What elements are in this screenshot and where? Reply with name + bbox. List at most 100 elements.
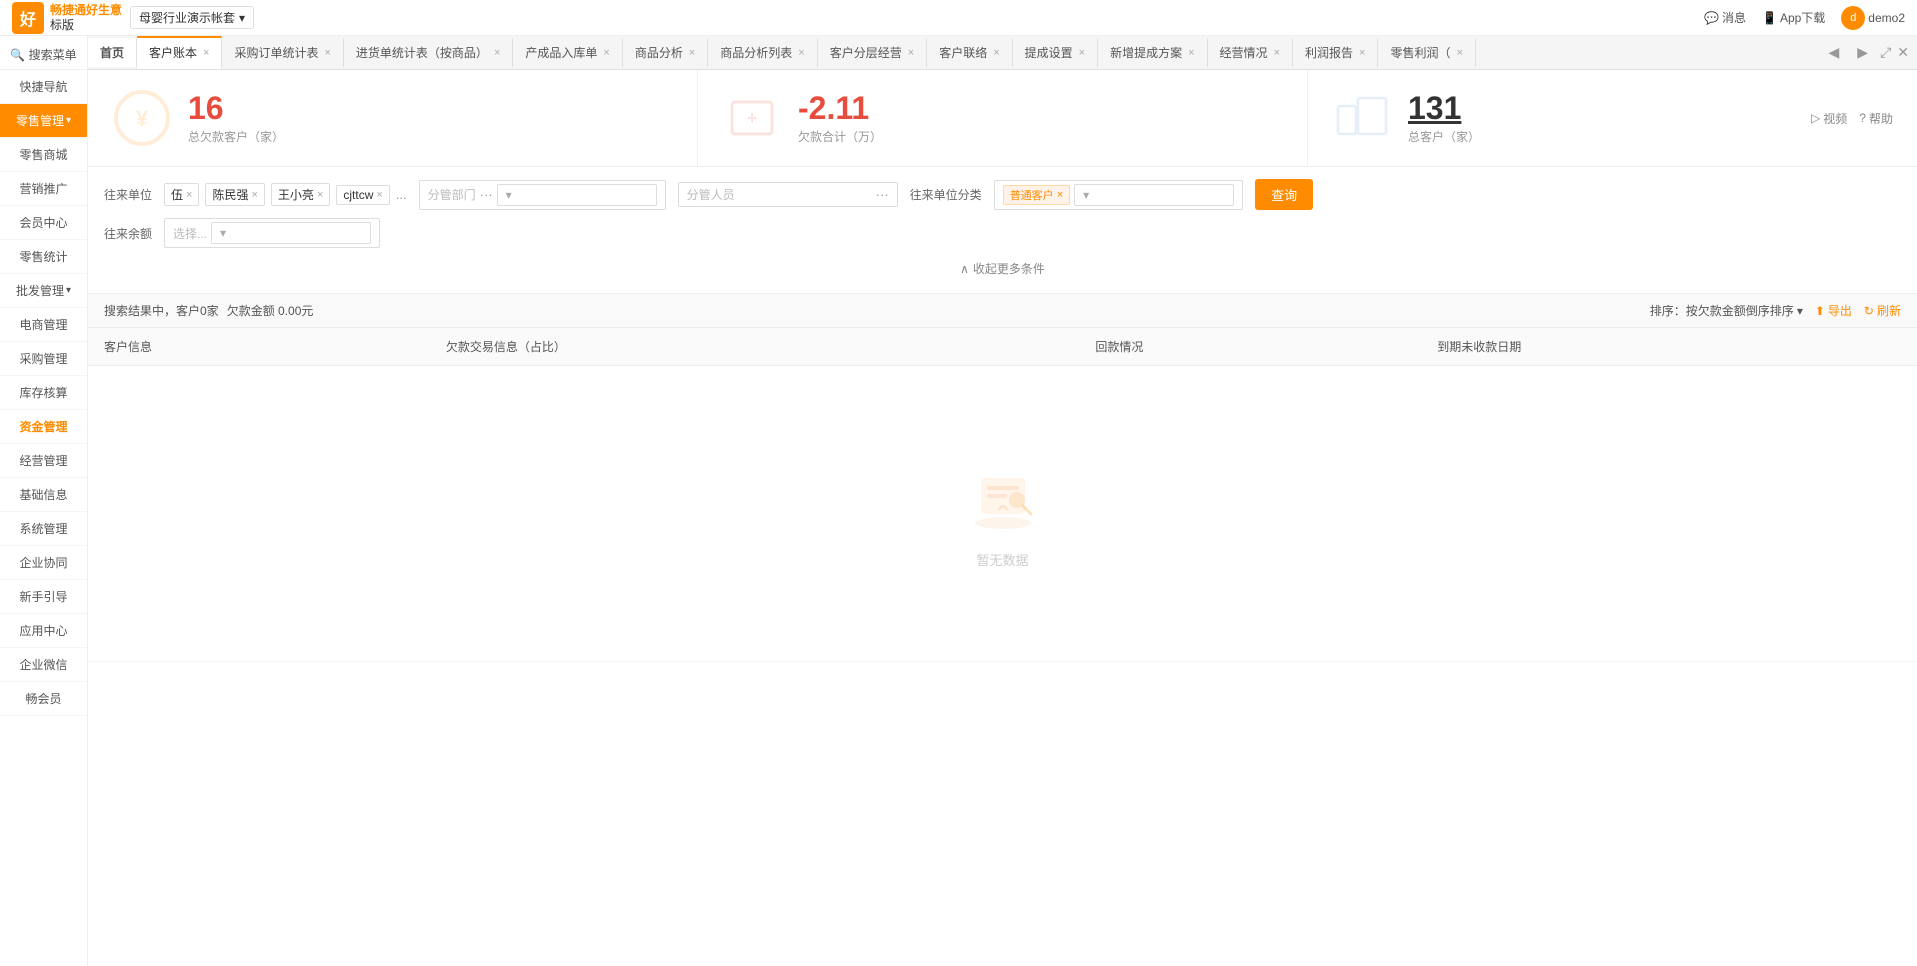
stat-value-amount: -2.11: [798, 92, 882, 124]
search-result-bar: 搜索结果中，客户0家 欠款金额 0.00元 排序：按欠款金额倒序排序 ▾ ⬆ 导…: [88, 294, 1917, 328]
cat-tag-close[interactable]: ×: [1057, 189, 1063, 201]
search-result-left: 搜索结果中，客户0家 欠款金额 0.00元: [104, 302, 313, 319]
sidebar-item-retail-mgmt[interactable]: 零售管理 ▾: [0, 104, 87, 138]
tab-boost-settings[interactable]: 提成设置 ×: [1013, 38, 1098, 67]
help-link[interactable]: ? 帮助: [1859, 110, 1893, 127]
sidebar-item-enterprise-wechat[interactable]: 企业微信: [0, 648, 87, 682]
help-icon: ?: [1859, 111, 1866, 125]
tab-close-purchase-order-stats[interactable]: ×: [324, 47, 330, 59]
filter-more-btn[interactable]: ...: [396, 187, 407, 202]
tab-close-inbound-stats[interactable]: ×: [494, 47, 500, 59]
sidebar-item-new-guide[interactable]: 新手引导: [0, 580, 87, 614]
tab-inbound-stats[interactable]: 进货单统计表（按商品） ×: [344, 38, 513, 67]
stat-value-total: 131: [1408, 92, 1480, 124]
empty-text: 暂无数据: [976, 550, 1028, 569]
stat-right-actions: ▷ 视频 ? 帮助: [1811, 110, 1893, 127]
tab-profit-report[interactable]: 利润报告 ×: [1293, 38, 1378, 67]
tab-next-btn[interactable]: ▶: [1851, 44, 1874, 61]
sidebar-item-inventory[interactable]: 库存核算: [0, 376, 87, 410]
filter-category-select[interactable]: 普通客户 × ▾: [994, 180, 1243, 210]
sidebar-item-retail-stats[interactable]: 零售统计: [0, 240, 87, 274]
query-button[interactable]: 查询: [1255, 179, 1313, 210]
sidebar-item-purchase[interactable]: 采购管理: [0, 342, 87, 376]
filter-person-select[interactable]: 分管人员 ···: [678, 182, 898, 207]
sidebar-search[interactable]: 🔍 搜索菜单: [0, 36, 87, 70]
sidebar-item-premium-member[interactable]: 畅会员: [0, 682, 87, 716]
logo-icon: 好: [12, 2, 44, 34]
user-profile[interactable]: d demo2: [1841, 6, 1905, 30]
message-link[interactable]: 💬 消息: [1704, 9, 1746, 26]
tab-home[interactable]: 首页: [88, 38, 137, 67]
filter-row-1: 往来单位 伍 × 陈民强 × 王小亮 ×: [104, 179, 1901, 210]
sidebar-item-finance[interactable]: 资金管理: [0, 410, 87, 444]
message-icon: 💬: [1704, 11, 1719, 25]
sidebar-item-ecommerce[interactable]: 电商管理: [0, 308, 87, 342]
chevron-down-sort: ▾: [1797, 304, 1803, 318]
filter-label-unit-category: 往来单位分类: [910, 186, 982, 203]
tab-close-product-analysis-list[interactable]: ×: [798, 47, 804, 59]
sidebar-item-basic-info[interactable]: 基础信息: [0, 478, 87, 512]
sidebar-item-marketing[interactable]: 营销推广: [0, 172, 87, 206]
filter-balance-select[interactable]: 选择... ▾: [164, 218, 380, 248]
tab-close-customer-contact[interactable]: ×: [993, 47, 999, 59]
filter-tag-close-chen[interactable]: ×: [251, 189, 257, 201]
tab-close-product-analysis[interactable]: ×: [689, 47, 695, 59]
filter-dept-select[interactable]: 分管部门 ··· ▾: [419, 180, 666, 210]
tab-operation-status[interactable]: 经营情况 ×: [1208, 38, 1293, 67]
chevron-down-dept: ▾: [497, 184, 657, 206]
sidebar-item-app-center[interactable]: 应用中心: [0, 614, 87, 648]
stat-label-customers: 总欠款客户（家）: [188, 128, 284, 145]
chevron-icon-batch: ▾: [66, 285, 71, 296]
tab-customer-tier[interactable]: 客户分层经营 ×: [818, 38, 927, 67]
tab-product-analysis[interactable]: 商品分析 ×: [623, 38, 708, 67]
tab-close-operation-status[interactable]: ×: [1274, 47, 1280, 59]
chevron-up-icon: ∧: [960, 262, 969, 276]
tab-new-boost-plan[interactable]: 新增提成方案 ×: [1098, 38, 1207, 67]
table-head: 客户信息 欠款交易信息（占比） 回款情况 到期未收款日期: [88, 328, 1917, 366]
top-header: 好 畅捷通好生意 标版 母婴行业演示帐套 ▾ 💬 消息 📱 App下载 d de…: [0, 0, 1917, 36]
filter-tag-close-wu[interactable]: ×: [186, 189, 192, 201]
tab-close-customer-tier[interactable]: ×: [908, 47, 914, 59]
stat-label-amount: 欠款合计（万）: [798, 128, 882, 145]
sidebar-item-quick-nav[interactable]: 快捷导航: [0, 70, 87, 104]
tab-close-new-boost-plan[interactable]: ×: [1188, 47, 1194, 59]
refresh-button[interactable]: ↻ 刷新: [1864, 302, 1901, 319]
collapse-btn[interactable]: ∧ 收起更多条件: [104, 256, 1901, 281]
empty-state: 暂无数据: [104, 378, 1901, 649]
tab-close-all-btn[interactable]: ✕: [1897, 44, 1909, 61]
tab-prev-btn[interactable]: ◀: [1823, 44, 1846, 61]
sidebar-item-operation[interactable]: 经营管理: [0, 444, 87, 478]
col-due-date: 到期未收款日期: [1421, 328, 1917, 366]
sidebar-item-member-center[interactable]: 会员中心: [0, 206, 87, 240]
video-icon: ▷: [1811, 111, 1820, 125]
chevron-down-cat: ▾: [1074, 184, 1234, 206]
sidebar-item-batch-mgmt[interactable]: 批发管理 ▾: [0, 274, 87, 308]
svg-text:+: +: [747, 108, 758, 128]
tab-close-profit-report[interactable]: ×: [1359, 47, 1365, 59]
export-button[interactable]: ⬆ 导出: [1815, 302, 1852, 319]
tab-customer-contact[interactable]: 客户联络 ×: [927, 38, 1012, 67]
tab-close-boost-settings[interactable]: ×: [1079, 47, 1085, 59]
filter-tag-close-cjttcw[interactable]: ×: [376, 189, 382, 201]
tab-customer-accounts[interactable]: 客户账本 ×: [137, 36, 222, 69]
app-download-link[interactable]: 📱 App下载: [1762, 9, 1825, 26]
sort-button[interactable]: 排序：按欠款金额倒序排序 ▾: [1650, 302, 1803, 319]
tab-maximize-btn[interactable]: ⤢: [1880, 44, 1891, 61]
tab-product-analysis-list[interactable]: 商品分析列表 ×: [708, 38, 817, 67]
tab-close-customer-accounts[interactable]: ×: [203, 47, 209, 59]
tab-purchase-order-stats[interactable]: 采购订单统计表 ×: [222, 38, 343, 67]
filter-tag-close-wang[interactable]: ×: [317, 189, 323, 201]
tab-close-retail-profit[interactable]: ×: [1456, 47, 1462, 59]
tab-retail-profit[interactable]: 零售利润（ ×: [1378, 38, 1475, 67]
store-selector[interactable]: 母婴行业演示帐套 ▾: [130, 6, 254, 29]
sidebar-item-system[interactable]: 系统管理: [0, 512, 87, 546]
search-result-right: 排序：按欠款金额倒序排序 ▾ ⬆ 导出 ↻ 刷新: [1650, 302, 1901, 319]
sidebar-item-enterprise-coop[interactable]: 企业协同: [0, 546, 87, 580]
filter-tags: 伍 × 陈民强 × 王小亮 × cjttcw ×: [164, 183, 407, 206]
tab-close-cost-inbound[interactable]: ×: [603, 47, 609, 59]
tab-cost-inbound[interactable]: 产成品入库单 ×: [513, 38, 622, 67]
tab-bar: 首页 客户账本 × 采购订单统计表 × 进货单统计表（按商品） × 产成品入库单…: [88, 36, 1917, 70]
sidebar-item-retail-mall[interactable]: 零售商城: [0, 138, 87, 172]
stat-info-2: -2.11 欠款合计（万）: [798, 92, 882, 145]
video-link[interactable]: ▷ 视频: [1811, 110, 1847, 127]
